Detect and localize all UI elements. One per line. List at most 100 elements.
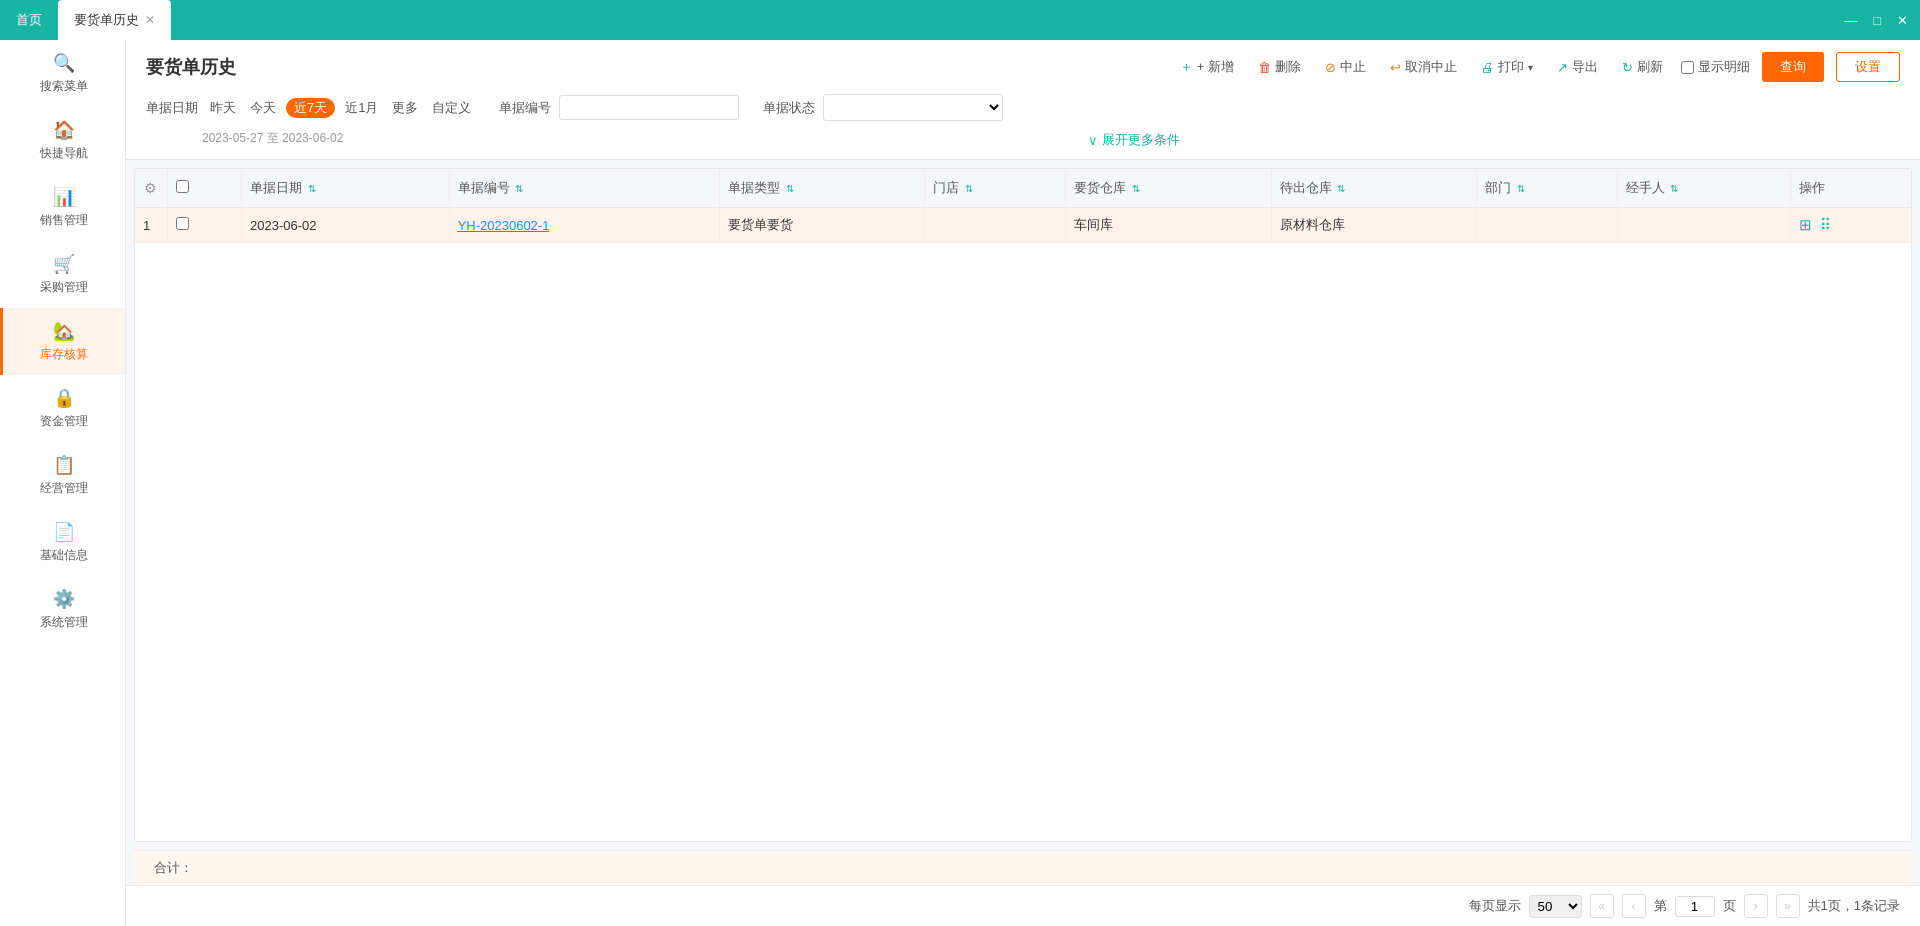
sort-req-warehouse-icon[interactable]: ⇅	[1132, 183, 1140, 194]
th-store-label: 门店	[933, 180, 959, 195]
doc-no-input[interactable]	[559, 95, 739, 120]
sort-doc-date-icon[interactable]: ⇅	[308, 183, 316, 194]
sidebar-item-search-menu[interactable]: 🔍 搜索菜单	[0, 40, 125, 107]
sidebar-item-basic-info-label: 基础信息	[40, 547, 88, 564]
th-doc-type-label: 单据类型	[728, 180, 780, 195]
shortcut-custom[interactable]: 自定义	[428, 98, 475, 118]
sidebar-item-purchase-mgmt[interactable]: 🛒 采购管理	[0, 241, 125, 308]
page-label-post: 页	[1723, 897, 1736, 915]
export-label: 导出	[1572, 58, 1598, 76]
row-select-checkbox[interactable]	[176, 217, 189, 230]
sidebar-item-finance-mgmt[interactable]: 🔒 资金管理	[0, 375, 125, 442]
sidebar-item-ops-mgmt-label: 经营管理	[40, 480, 88, 497]
summary-label: 合计：	[154, 859, 193, 877]
doc-status-select[interactable]	[823, 94, 1003, 121]
th-doc-no[interactable]: 单据编号 ⇅	[449, 169, 719, 208]
shortcut-1month[interactable]: 近1月	[341, 98, 382, 118]
table-footer: 合计：	[134, 850, 1912, 885]
shortcut-yesterday[interactable]: 昨天	[206, 98, 240, 118]
per-page-label: 每页显示	[1469, 897, 1521, 915]
th-handler[interactable]: 经手人 ⇅	[1617, 169, 1790, 208]
page-number-input[interactable]	[1675, 896, 1715, 917]
th-pending-warehouse[interactable]: 待出仓库 ⇅	[1271, 169, 1476, 208]
setting-button[interactable]: 设置	[1836, 52, 1900, 82]
th-req-warehouse[interactable]: 要货仓库 ⇅	[1066, 169, 1271, 208]
page-title: 要货单历史	[146, 55, 236, 79]
refresh-button[interactable]: ↻ 刷新	[1616, 54, 1669, 80]
first-page-btn[interactable]: «	[1590, 894, 1614, 918]
show-detail-input[interactable]	[1681, 61, 1694, 74]
window-minimize-btn[interactable]: —	[1844, 13, 1857, 28]
shortcut-today[interactable]: 今天	[246, 98, 280, 118]
page-label-pre: 第	[1654, 897, 1667, 915]
tab-bar: 首页 要货单历史 ✕ — □ ✕	[0, 0, 1920, 40]
next-page-btn[interactable]: ›	[1744, 894, 1768, 918]
sort-doc-type-icon[interactable]: ⇅	[786, 183, 794, 194]
sidebar-item-sales-mgmt[interactable]: 📊 销售管理	[0, 174, 125, 241]
sidebar-item-sys-mgmt[interactable]: ⚙️ 系统管理	[0, 576, 125, 643]
window-close-btn[interactable]: ✕	[1897, 13, 1908, 28]
sidebar-item-inventory-calc[interactable]: 🏡 库存核算	[0, 308, 125, 375]
sidebar-item-ops-mgmt[interactable]: 📋 经营管理	[0, 442, 125, 509]
sidebar-item-quick-nav[interactable]: 🏠 快捷导航	[0, 107, 125, 174]
prev-page-btn[interactable]: ‹	[1622, 894, 1646, 918]
main-layout: 🔍 搜索菜单 🏠 快捷导航 📊 销售管理 🛒 采购管理 🏡 库存核算 🔒 资金管…	[0, 40, 1920, 926]
row-edit-icon[interactable]: ⊞	[1799, 216, 1812, 234]
toolbar: ＋ + 新增 🗑 删除 ⊘ 中止 ↩ 取消中止	[1174, 52, 1900, 82]
tab-close-icon[interactable]: ✕	[145, 13, 155, 27]
table-container: ⚙ 单据日期 ⇅ 单据编号 ⇅	[134, 168, 1912, 842]
export-button[interactable]: ↗ 导出	[1551, 54, 1604, 80]
doc-no-link[interactable]: YH-20230602-1	[458, 218, 550, 233]
sort-department-icon[interactable]: ⇅	[1517, 183, 1525, 194]
expand-more-btn[interactable]: ∨ 展开更多条件	[1088, 131, 1180, 149]
show-detail-label: 显示明细	[1698, 58, 1750, 76]
suspend-button[interactable]: ⊘ 中止	[1319, 54, 1372, 80]
th-department[interactable]: 部门 ⇅	[1477, 169, 1618, 208]
window-maximize-btn[interactable]: □	[1873, 13, 1881, 28]
date-shortcuts: 昨天 今天 近7天 近1月 更多 自定义	[206, 98, 475, 118]
row-doc-no[interactable]: YH-20230602-1	[449, 208, 719, 243]
row-department	[1477, 208, 1618, 243]
filter-row-date-range: 2023-05-27 至 2023-06-02 ∨ 展开更多条件	[146, 127, 1900, 149]
shortcut-more[interactable]: 更多	[388, 98, 422, 118]
last-page-btn[interactable]: »	[1776, 894, 1800, 918]
content-area: 要货单历史 ＋ + 新增 🗑 删除 ⊘ 中止 ↩	[126, 40, 1920, 926]
suspend-icon: ⊘	[1325, 60, 1336, 75]
new-button[interactable]: ＋ + 新增	[1174, 54, 1240, 80]
new-icon: ＋	[1180, 58, 1193, 76]
cancel-suspend-button[interactable]: ↩ 取消中止	[1384, 54, 1463, 80]
filter-group-date: 单据日期 昨天 今天 近7天 近1月 更多 自定义	[146, 98, 475, 118]
th-checkbox	[167, 169, 242, 208]
delete-button[interactable]: 🗑 删除	[1252, 54, 1307, 80]
sidebar-item-purchase-mgmt-label: 采购管理	[40, 279, 88, 296]
ops-mgmt-icon: 📋	[53, 454, 75, 476]
shortcut-7days[interactable]: 近7天	[286, 98, 335, 118]
th-doc-no-label: 单据编号	[458, 180, 510, 195]
per-page-select[interactable]: 50 10 20 100	[1529, 895, 1582, 918]
expand-down-icon: ∨	[1088, 133, 1098, 148]
show-detail-checkbox[interactable]: 显示明细	[1681, 58, 1750, 76]
sidebar-item-sales-mgmt-label: 销售管理	[40, 212, 88, 229]
sort-store-icon[interactable]: ⇅	[965, 183, 973, 194]
print-dropdown-icon[interactable]: ▾	[1528, 62, 1533, 73]
print-button[interactable]: 🖨 打印 ▾	[1475, 54, 1539, 80]
sidebar-item-basic-info[interactable]: 📄 基础信息	[0, 509, 125, 576]
sidebar-item-inventory-calc-label: 库存核算	[40, 346, 88, 363]
sys-mgmt-icon: ⚙️	[53, 588, 75, 610]
select-all-checkbox[interactable]	[176, 180, 189, 193]
sort-pending-warehouse-icon[interactable]: ⇅	[1337, 183, 1345, 194]
th-actions: 操作	[1790, 169, 1911, 208]
row-checkbox[interactable]	[167, 208, 242, 243]
tab-requisition-history-label: 要货单历史	[74, 11, 139, 29]
sort-doc-no-icon[interactable]: ⇅	[515, 183, 523, 194]
column-settings-icon[interactable]: ⚙	[144, 180, 157, 196]
th-settings[interactable]: ⚙	[135, 169, 167, 208]
th-doc-date[interactable]: 单据日期 ⇅	[242, 169, 450, 208]
tab-requisition-history[interactable]: 要货单历史 ✕	[58, 0, 171, 40]
query-button[interactable]: 查询	[1762, 52, 1824, 82]
row-more-icon[interactable]: ⠿	[1820, 216, 1831, 234]
sort-handler-icon[interactable]: ⇅	[1670, 183, 1678, 194]
th-store[interactable]: 门店 ⇅	[925, 169, 1066, 208]
tab-home[interactable]: 首页	[0, 0, 58, 40]
th-doc-type[interactable]: 单据类型 ⇅	[720, 169, 925, 208]
